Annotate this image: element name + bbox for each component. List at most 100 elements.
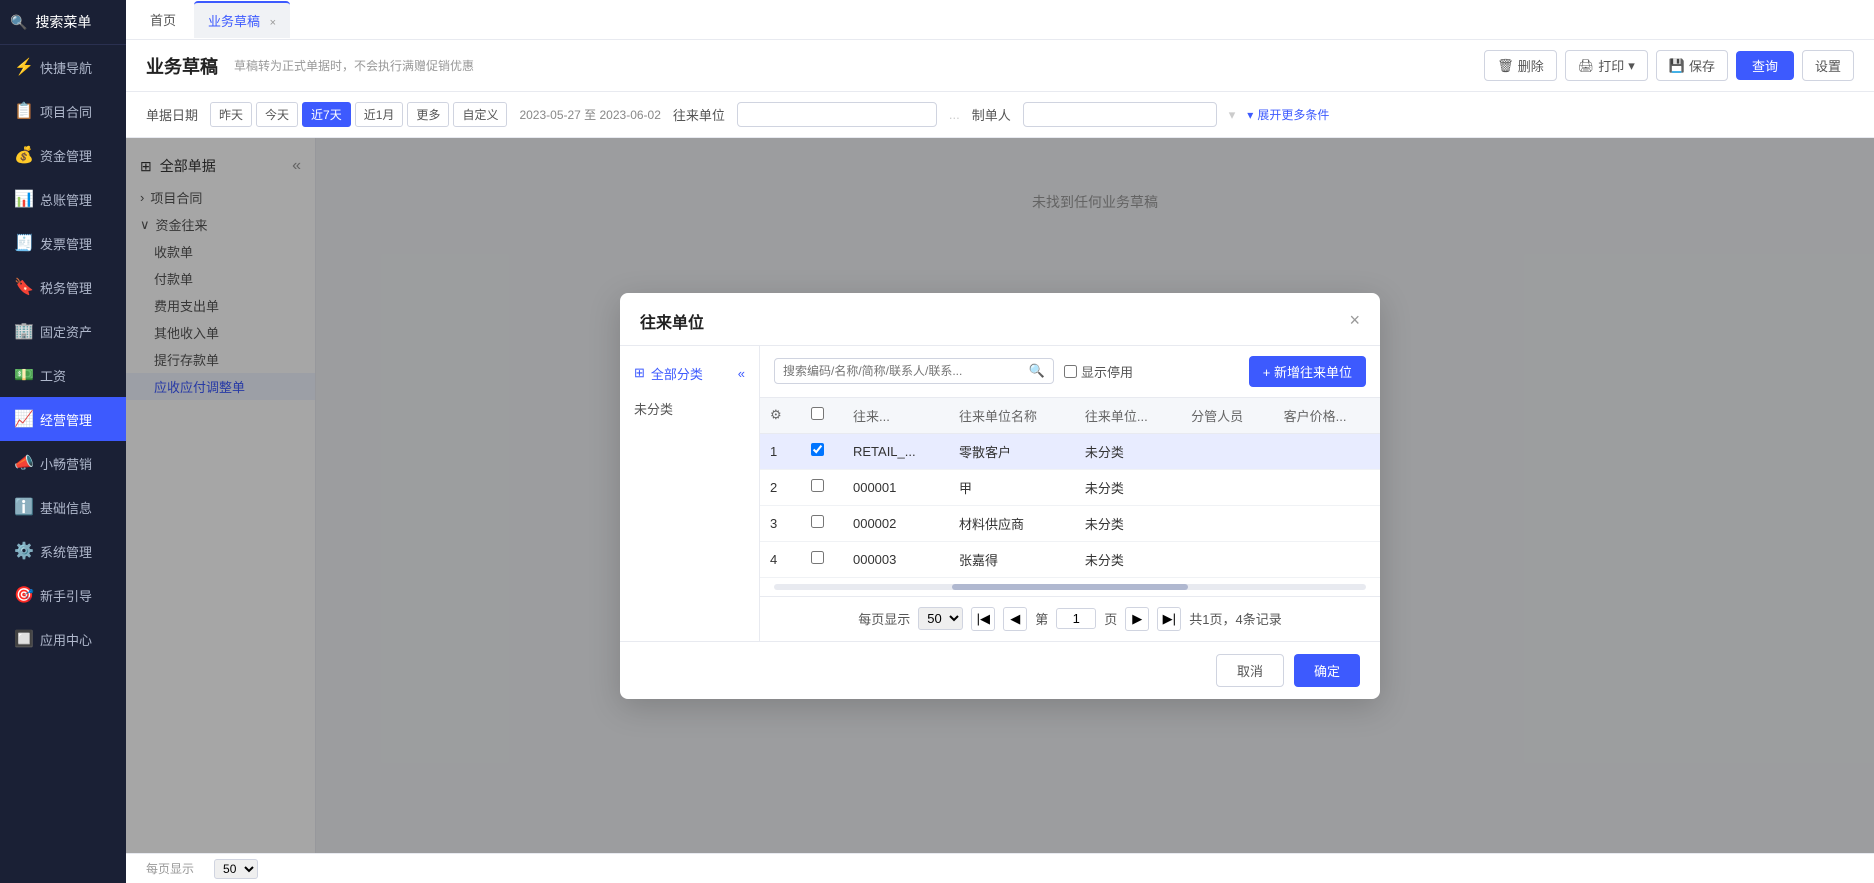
sidebar-header[interactable]: 🔍 搜索菜单 (0, 0, 126, 45)
marketing-icon: 📣 (14, 453, 32, 473)
row-code: 000002 (843, 505, 949, 541)
row-name: 甲 (949, 469, 1075, 505)
date-btn-more[interactable]: 更多 (407, 102, 449, 127)
date-btn-custom[interactable]: 自定义 (453, 102, 507, 127)
sidebar-item-label: 资金管理 (40, 146, 92, 165)
sidebar-item-tax-mgmt[interactable]: 🔖 税务管理 (0, 265, 126, 309)
table-row[interactable]: 4 000003 张嘉得 未分类 (760, 541, 1380, 577)
cancel-button[interactable]: 取消 (1216, 654, 1284, 687)
confirm-button[interactable]: 确定 (1294, 654, 1360, 687)
search-button[interactable]: 查询 (1736, 51, 1794, 80)
dialog-body: ⊞ 全部分类 « 未分类 (620, 346, 1380, 641)
search-input[interactable] (783, 364, 1029, 378)
row-code: 000001 (843, 469, 949, 505)
sidebar-item-label: 快捷导航 (40, 58, 92, 77)
page-number-input[interactable] (1056, 608, 1096, 629)
scrollbar-thumb (952, 584, 1189, 590)
dialog-close-button[interactable]: × (1349, 310, 1360, 331)
sidebar-item-label: 项目合同 (40, 102, 92, 121)
row-checkbox[interactable] (801, 541, 843, 577)
row-name: 张嘉得 (949, 541, 1075, 577)
collapse-icon: « (738, 366, 745, 381)
per-page-select[interactable]: 50 (918, 607, 963, 630)
dialog-left-panel: ⊞ 全部分类 « 未分类 (620, 346, 760, 641)
sidebar-item-quick-nav[interactable]: ⚡ 快捷导航 (0, 45, 126, 89)
row-checkbox[interactable] (801, 505, 843, 541)
grid-icon: ⊞ (634, 365, 645, 381)
assets-icon: 🏢 (14, 321, 32, 341)
app-icon: 🔲 (14, 629, 32, 649)
print-button[interactable]: 🖨 打印 ▾ (1565, 50, 1648, 81)
sidebar-item-sys-mgmt[interactable]: ⚙️ 系统管理 (0, 529, 126, 573)
counterparty-input[interactable] (737, 102, 937, 127)
row-category: 未分类 (1075, 433, 1181, 469)
sidebar-item-invoice-mgmt[interactable]: 🧾 发票管理 (0, 221, 126, 265)
sidebar-item-label: 发票管理 (40, 234, 92, 253)
table-row[interactable]: 3 000002 材料供应商 未分类 (760, 505, 1380, 541)
date-btn-today[interactable]: 今天 (256, 102, 298, 127)
show-disabled-checkbox[interactable]: 显示停用 (1064, 362, 1133, 381)
print-icon: 🖨 (1578, 58, 1595, 74)
row-checkbox[interactable] (801, 469, 843, 505)
next-page-btn[interactable]: ▶ (1125, 607, 1149, 631)
info-icon: ℹ️ (14, 497, 32, 517)
sidebar-item-basic-info[interactable]: ℹ️ 基础信息 (0, 485, 126, 529)
last-page-btn[interactable]: ▶| (1157, 607, 1181, 631)
sidebar-item-project-contract[interactable]: 📋 项目合同 (0, 89, 126, 133)
sidebar-item-fixed-assets[interactable]: 🏢 固定资产 (0, 309, 126, 353)
quick-nav-icon: ⚡ (14, 57, 32, 77)
tab-bar: 首页 业务草稿 × (126, 0, 1874, 40)
sidebar-item-label: 总账管理 (40, 190, 92, 209)
sidebar-item-label: 新手引导 (40, 586, 92, 605)
tab-business-draft[interactable]: 业务草稿 × (194, 1, 290, 38)
expand-more-btn[interactable]: ▾ 展开更多条件 (1247, 106, 1329, 123)
select-all-checkbox[interactable] (811, 407, 824, 420)
sidebar-item-label: 应用中心 (40, 630, 92, 649)
horizontal-scrollbar[interactable] (760, 578, 1380, 596)
date-btn-7days[interactable]: 近7天 (302, 102, 351, 127)
dialog-all-categories[interactable]: ⊞ 全部分类 « (620, 356, 759, 391)
dialog-uncategorized[interactable]: 未分类 (620, 391, 759, 426)
sidebar-item-newbie[interactable]: 🎯 新手引导 (0, 573, 126, 617)
page-title: 业务草稿 (146, 53, 218, 79)
filter-bar: 单据日期 昨天 今天 近7天 近1月 更多 自定义 2023-05-27 至 2… (126, 92, 1874, 138)
header-actions: 🗑 删除 🖨 打印 ▾ 💾 保存 查询 设置 (1484, 50, 1854, 81)
add-counterparty-button[interactable]: + 新增往来单位 (1249, 356, 1366, 387)
save-button[interactable]: 💾 保存 (1656, 50, 1728, 81)
row-category: 未分类 (1075, 505, 1181, 541)
sidebar-item-marketing[interactable]: 📣 小畅营销 (0, 441, 126, 485)
delete-button[interactable]: 🗑 删除 (1484, 50, 1557, 81)
sidebar-item-ops-mgmt[interactable]: 📈 经营管理 (0, 397, 126, 441)
tab-home[interactable]: 首页 (136, 2, 190, 37)
col-price: 客户价格... (1274, 398, 1380, 434)
newbie-icon: 🎯 (14, 585, 32, 605)
sidebar-item-capital-mgmt[interactable]: 💰 资金管理 (0, 133, 126, 177)
gear-icon[interactable]: ⚙ (770, 407, 782, 422)
date-btn-1month[interactable]: 近1月 (355, 102, 404, 127)
sidebar-item-payroll[interactable]: 💵 工资 (0, 353, 126, 397)
page-label: 第 (1035, 609, 1048, 628)
table-row[interactable]: 2 000001 甲 未分类 (760, 469, 1380, 505)
table-row[interactable]: 1 RETAIL_... 零散客户 未分类 (760, 433, 1380, 469)
show-disabled-check[interactable] (1064, 365, 1077, 378)
search-box: 🔍 (774, 358, 1054, 384)
counterparty-dialog: 往来单位 × ⊞ 全部分类 « 未分类 (620, 293, 1380, 699)
row-price (1274, 505, 1380, 541)
date-btn-yesterday[interactable]: 昨天 (210, 102, 252, 127)
prev-page-btn[interactable]: ◀ (1003, 607, 1027, 631)
sidebar-search-label[interactable]: 搜索菜单 (35, 12, 91, 32)
row-price (1274, 541, 1380, 577)
sidebar-item-app-center[interactable]: 🔲 应用中心 (0, 617, 126, 661)
row-manager (1181, 541, 1273, 577)
row-num: 4 (760, 541, 801, 577)
tab-close-icon[interactable]: × (270, 17, 276, 29)
settings-button[interactable]: 设置 (1802, 50, 1854, 81)
maker-input[interactable] (1023, 102, 1217, 127)
row-checkbox[interactable] (801, 433, 843, 469)
status-per-page-select[interactable]: 50 (214, 859, 258, 879)
dialog-footer: 取消 确定 (620, 641, 1380, 699)
delete-icon: 🗑 (1497, 58, 1514, 74)
first-page-btn[interactable]: |◀ (971, 607, 995, 631)
row-category: 未分类 (1075, 469, 1181, 505)
sidebar-item-accounting-mgmt[interactable]: 📊 总账管理 (0, 177, 126, 221)
